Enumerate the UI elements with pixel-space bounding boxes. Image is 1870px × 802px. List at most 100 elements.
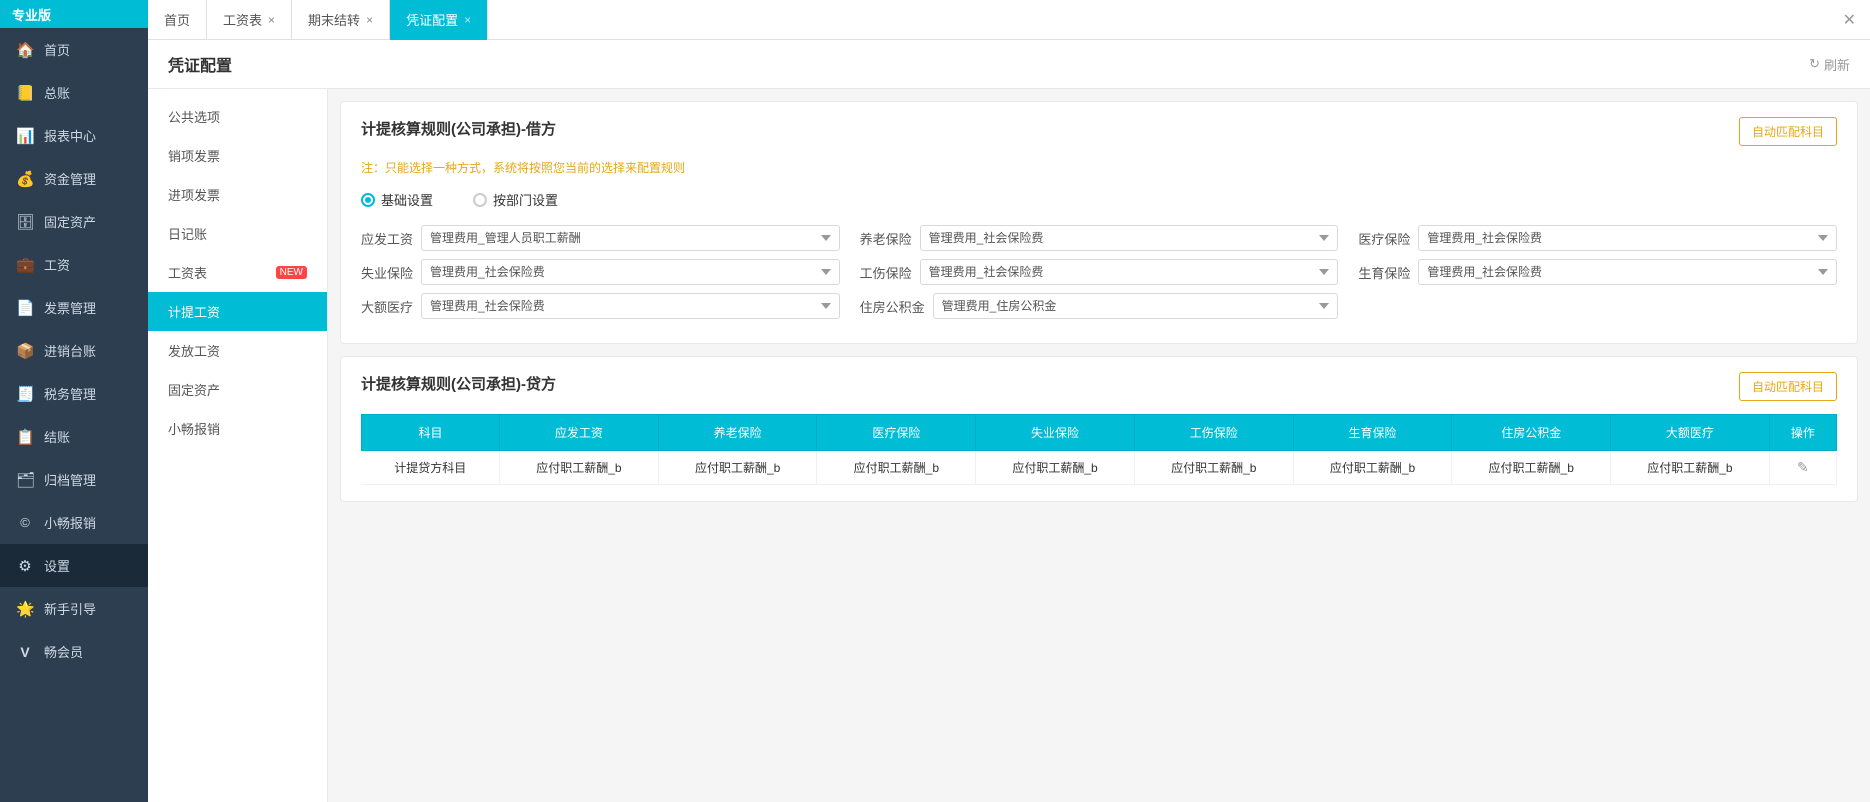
- form-item-pension: 养老保险 管理费用_社会保险费: [860, 225, 1339, 251]
- tab-salary-label: 工资表: [223, 10, 262, 29]
- th-injury: 工伤保险: [1134, 415, 1293, 451]
- tab-voucher-close[interactable]: ×: [464, 13, 471, 27]
- form-item-major-medical: 大额医疗 管理费用_社会保险费: [361, 293, 840, 319]
- nav-item-pay-salary[interactable]: 发放工资: [148, 331, 327, 370]
- nav-item-xiaochang-expense[interactable]: 小畅报销: [148, 409, 327, 448]
- nav-item-calc-salary[interactable]: 计提工资: [148, 292, 327, 331]
- sidebar-item-asset[interactable]: 🗄 固定资产: [0, 200, 148, 243]
- td-unemployment: 应付职工薪酬_b: [976, 451, 1135, 485]
- section-debit: 计提核算规则(公司承担)-借方 自动匹配科目 注：只能选择一种方式，系统将按照您…: [340, 101, 1858, 344]
- section1-note: 注：只能选择一种方式，系统将按照您当前的选择来配置规则: [361, 159, 1837, 176]
- page-content: 凭证配置 ↻ 刷新 公共选项 销项发票 进项发票 日记账: [148, 40, 1870, 802]
- select-medical[interactable]: 管理费用_社会保险费: [1418, 225, 1837, 251]
- tab-period-close[interactable]: ×: [366, 13, 373, 27]
- sidebar-item-member[interactable]: V 畅会员: [0, 630, 148, 673]
- radio-basic[interactable]: 基础设置: [361, 190, 433, 209]
- td-salary: 应付职工薪酬_b: [500, 451, 659, 485]
- th-salary: 应发工资: [500, 415, 659, 451]
- th-housing: 住房公积金: [1452, 415, 1611, 451]
- refresh-button[interactable]: ↻ 刷新: [1809, 55, 1850, 74]
- nav-item-purchase-invoice[interactable]: 进项发票: [148, 175, 327, 214]
- label-salary: 应发工资: [361, 229, 413, 248]
- tab-salary-close[interactable]: ×: [268, 13, 275, 27]
- table-row: 计提贷方科目 应付职工薪酬_b 应付职工薪酬_b 应付职工薪酬_b 应付职工薪酬…: [362, 451, 1837, 485]
- sidebar-item-fund[interactable]: 💰 资金管理: [0, 157, 148, 200]
- window-close-button[interactable]: ✕: [1829, 10, 1870, 30]
- nav-journal-label: 日记账: [168, 224, 207, 243]
- radio-dept[interactable]: 按部门设置: [473, 190, 558, 209]
- member-icon: V: [16, 644, 34, 660]
- sidebar-item-stock[interactable]: 📦 进销台账: [0, 329, 148, 372]
- main-area: 首页 工资表 × 期末结转 × 凭证配置 × ✕ 凭证配置 ↻ 刷新: [148, 0, 1870, 802]
- edit-row-icon[interactable]: ✎: [1797, 459, 1809, 475]
- th-unemployment: 失业保险: [976, 415, 1135, 451]
- nav-item-public[interactable]: 公共选项: [148, 97, 327, 136]
- select-housing[interactable]: 管理费用_住房公积金: [933, 293, 1339, 319]
- right-content: 计提核算规则(公司承担)-借方 自动匹配科目 注：只能选择一种方式，系统将按照您…: [328, 89, 1870, 802]
- nav-badge-new: NEW: [276, 266, 307, 279]
- nav-purchase-label: 进项发票: [168, 185, 220, 204]
- td-medical: 应付职工薪酬_b: [817, 451, 976, 485]
- content-layout: 公共选项 销项发票 进项发票 日记账 工资表 NEW 计提工资: [148, 89, 1870, 802]
- select-maternity[interactable]: 管理费用_社会保险费: [1418, 259, 1837, 285]
- refresh-icon: ↻: [1809, 56, 1820, 72]
- form-item-injury: 工伤保险 管理费用_社会保险费: [860, 259, 1339, 285]
- sidebar-item-tax[interactable]: 🧾 税务管理: [0, 372, 148, 415]
- nav-sales-label: 销项发票: [168, 146, 220, 165]
- section1-header: 计提核算规则(公司承担)-借方 自动匹配科目: [361, 118, 1837, 149]
- th-maternity: 生育保险: [1293, 415, 1452, 451]
- select-major-medical[interactable]: 管理费用_社会保险费: [421, 293, 840, 319]
- sidebar-item-salary[interactable]: 💼 工资: [0, 243, 148, 286]
- tab-period-carry[interactable]: 期末结转 ×: [292, 0, 390, 40]
- guide-icon: 🌟: [16, 600, 34, 618]
- salary-icon: 💼: [16, 256, 34, 274]
- select-unemployment[interactable]: 管理费用_社会保险费: [421, 259, 840, 285]
- sidebar-item-settings[interactable]: ⚙ 设置: [0, 544, 148, 587]
- tab-voucher-label: 凭证配置: [406, 10, 458, 29]
- select-salary[interactable]: 管理费用_管理人员职工薪酬: [421, 225, 840, 251]
- section1-title: 计提核算规则(公司承担)-借方: [361, 118, 556, 139]
- td-action[interactable]: ✎: [1769, 451, 1836, 485]
- form-item-maternity: 生育保险 管理费用_社会保险费: [1358, 259, 1837, 285]
- sidebar-item-invoice[interactable]: 📄 发票管理: [0, 286, 148, 329]
- nav-pay-salary-label: 发放工资: [168, 341, 220, 360]
- sidebar-item-settle[interactable]: 📋 结账: [0, 415, 148, 458]
- tab-voucher-config[interactable]: 凭证配置 ×: [390, 0, 488, 40]
- sidebar-item-report[interactable]: 📊 报表中心: [0, 114, 148, 157]
- nav-item-journal[interactable]: 日记账: [148, 214, 327, 253]
- td-subject: 计提贷方科目: [362, 451, 500, 485]
- auto-match-debit-button[interactable]: 自动匹配科目: [1739, 117, 1837, 146]
- sidebar-item-archive[interactable]: 🗂 归档管理: [0, 458, 148, 501]
- xiaochang-icon: ©: [16, 515, 34, 530]
- form-grid-row2: 失业保险 管理费用_社会保险费 工伤保险 管理费用_社会保险费: [361, 259, 1837, 285]
- tab-bar: 首页 工资表 × 期末结转 × 凭证配置 × ✕: [148, 0, 1870, 40]
- tax-icon: 🧾: [16, 385, 34, 403]
- sidebar: 专业版 🏠 首页 📒 总账 📊 报表中心 💰 资金管理 🗄 固定资产 💼 工资 …: [0, 0, 148, 802]
- tab-home[interactable]: 首页: [148, 0, 207, 40]
- form-item-housing: 住房公积金 管理费用_住房公积金: [860, 293, 1339, 319]
- stock-icon: 📦: [16, 342, 34, 360]
- select-injury[interactable]: 管理费用_社会保险费: [920, 259, 1339, 285]
- form-item-empty: [1358, 293, 1837, 319]
- credit-table: 科目 应发工资 养老保险 医疗保险 失业保险 工伤保险 生育保险 住房公积金 大…: [361, 414, 1837, 485]
- label-injury: 工伤保险: [860, 263, 912, 282]
- sidebar-item-ledger[interactable]: 📒 总账: [0, 71, 148, 114]
- nav-item-salary-table[interactable]: 工资表 NEW: [148, 253, 327, 292]
- sidebar-item-guide[interactable]: 🌟 新手引导: [0, 587, 148, 630]
- th-subject: 科目: [362, 415, 500, 451]
- archive-icon: 🗂: [16, 471, 34, 489]
- tab-salary-table[interactable]: 工资表 ×: [207, 0, 292, 40]
- radio-dept-dot: [473, 193, 487, 207]
- radio-dept-label: 按部门设置: [493, 190, 558, 209]
- select-pension[interactable]: 管理费用_社会保险费: [920, 225, 1339, 251]
- sidebar-item-home[interactable]: 🏠 首页: [0, 28, 148, 71]
- nav-item-sales-invoice[interactable]: 销项发票: [148, 136, 327, 175]
- radio-group-debit: 基础设置 按部门设置: [361, 190, 1837, 209]
- form-item-salary: 应发工资 管理费用_管理人员职工薪酬: [361, 225, 840, 251]
- tab-home-label: 首页: [164, 10, 190, 29]
- auto-match-credit-button[interactable]: 自动匹配科目: [1739, 372, 1837, 401]
- nav-item-fixed-assets[interactable]: 固定资产: [148, 370, 327, 409]
- label-maternity: 生育保险: [1358, 263, 1410, 282]
- sidebar-item-xiaochang[interactable]: © 小畅报销: [0, 501, 148, 544]
- report-icon: 📊: [16, 127, 34, 145]
